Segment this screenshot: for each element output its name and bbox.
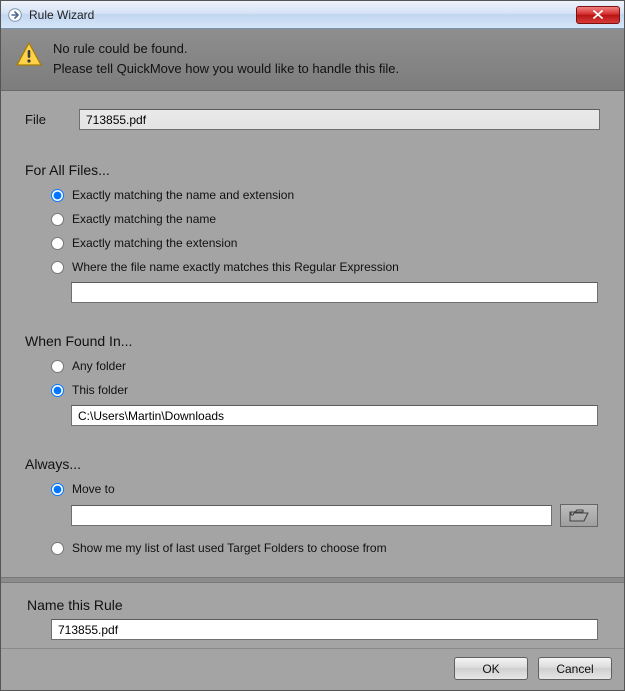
- radio-show-last-list-label: Show me my list of last used Target Fold…: [72, 541, 387, 555]
- radio-this-folder-label: This folder: [72, 383, 128, 397]
- warning-icon: [15, 41, 43, 69]
- radio-move-to-label: Move to: [72, 482, 115, 496]
- info-banner: No rule could be found. Please tell Quic…: [1, 29, 624, 91]
- window-title: Rule Wizard: [29, 8, 576, 22]
- radio-match-name[interactable]: Exactly matching the name: [25, 208, 600, 230]
- when-found-in-title: When Found In...: [25, 333, 600, 349]
- radio-this-folder-input[interactable]: [51, 384, 64, 397]
- radio-show-last-list-input[interactable]: [51, 542, 64, 555]
- name-rule-section: Name this Rule: [25, 597, 600, 640]
- banner-line2: Please tell QuickMove how you would like…: [53, 59, 399, 79]
- file-label: File: [25, 112, 79, 127]
- radio-match-name-label: Exactly matching the name: [72, 212, 216, 226]
- this-folder-input[interactable]: [71, 405, 598, 426]
- radio-match-name-input[interactable]: [51, 213, 64, 226]
- ok-button[interactable]: OK: [454, 657, 528, 680]
- radio-any-folder[interactable]: Any folder: [25, 355, 600, 377]
- radio-show-last-list[interactable]: Show me my list of last used Target Fold…: [25, 537, 600, 559]
- name-rule-title: Name this Rule: [25, 597, 600, 613]
- always-title: Always...: [25, 456, 600, 472]
- radio-match-name-ext-label: Exactly matching the name and extension: [72, 188, 294, 202]
- radio-this-folder[interactable]: This folder: [25, 379, 600, 401]
- file-field[interactable]: [79, 109, 600, 130]
- for-all-files-title: For All Files...: [25, 162, 600, 178]
- banner-message: No rule could be found. Please tell Quic…: [53, 39, 399, 78]
- window: Rule Wizard No rule could be found. Plea…: [0, 0, 625, 691]
- radio-match-ext-input[interactable]: [51, 237, 64, 250]
- footer: OK Cancel: [1, 648, 624, 690]
- body: File For All Files... Exactly matching t…: [1, 91, 624, 648]
- rule-name-input[interactable]: [51, 619, 598, 640]
- radio-match-name-ext-input[interactable]: [51, 189, 64, 202]
- folder-icon: [569, 509, 589, 523]
- close-button[interactable]: [576, 6, 620, 24]
- titlebar: Rule Wizard: [1, 1, 624, 29]
- radio-move-to-input[interactable]: [51, 483, 64, 496]
- radio-match-regex-input[interactable]: [51, 261, 64, 274]
- radio-any-folder-label: Any folder: [72, 359, 126, 373]
- move-to-input[interactable]: [71, 505, 552, 526]
- regex-input[interactable]: [71, 282, 598, 303]
- radio-match-regex-label: Where the file name exactly matches this…: [72, 260, 399, 274]
- radio-move-to[interactable]: Move to: [25, 478, 600, 500]
- banner-line1: No rule could be found.: [53, 39, 399, 59]
- cancel-button[interactable]: Cancel: [538, 657, 612, 680]
- radio-any-folder-input[interactable]: [51, 360, 64, 373]
- browse-button[interactable]: [560, 504, 598, 527]
- radio-match-regex[interactable]: Where the file name exactly matches this…: [25, 256, 600, 278]
- divider: [1, 577, 624, 583]
- radio-match-ext[interactable]: Exactly matching the extension: [25, 232, 600, 254]
- app-arrow-icon: [7, 7, 23, 23]
- radio-match-ext-label: Exactly matching the extension: [72, 236, 237, 250]
- radio-match-name-ext[interactable]: Exactly matching the name and extension: [25, 184, 600, 206]
